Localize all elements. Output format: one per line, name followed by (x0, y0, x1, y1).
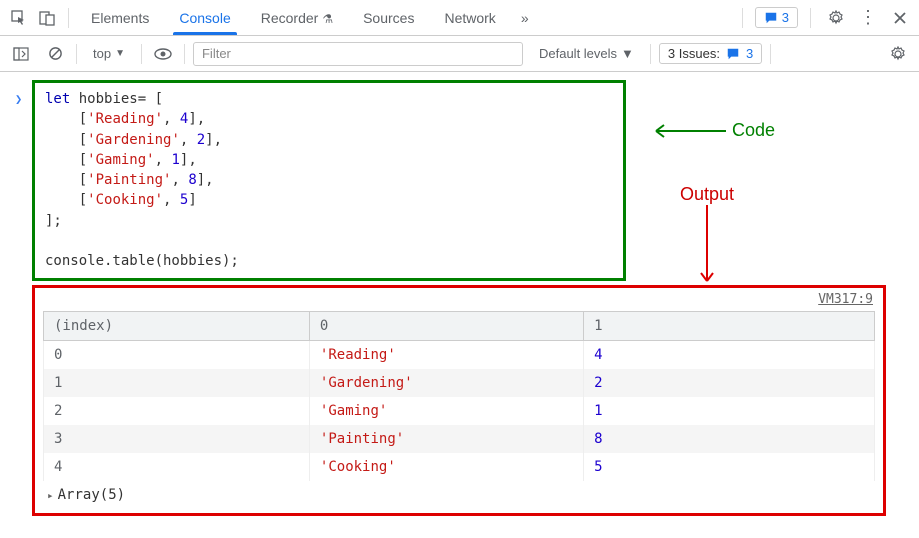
table-header[interactable]: 1 (584, 311, 875, 340)
close-icon[interactable] (887, 5, 913, 31)
divider (184, 44, 185, 64)
cell-index: 1 (44, 369, 310, 397)
messages-count: 3 (782, 10, 789, 25)
divider (141, 44, 142, 64)
table-row: 4'Cooking'5 (44, 453, 875, 481)
table-row: 3'Painting'8 (44, 425, 875, 453)
table-header[interactable]: 0 (309, 311, 583, 340)
annotation-code: Code (648, 120, 775, 141)
tab-recorder[interactable]: Recorder⚗ (247, 2, 347, 34)
cell-value: 'Painting' (309, 425, 583, 453)
cell-value: 'Reading' (309, 340, 583, 369)
cell-index: 2 (44, 397, 310, 425)
chevron-down-icon: ▼ (621, 46, 634, 61)
context-label: top (93, 46, 111, 61)
cell-value: 4 (584, 340, 875, 369)
cell-value: 5 (584, 453, 875, 481)
messages-button[interactable]: 3 (755, 7, 798, 28)
table-row: 2'Gaming'1 (44, 397, 875, 425)
vm-reference-link[interactable]: VM317:9 (35, 290, 883, 311)
device-toggle-icon[interactable] (34, 5, 60, 31)
table-header[interactable]: (index) (44, 311, 310, 340)
cell-value: 'Cooking' (309, 453, 583, 481)
console-area: ❯ let hobbies= [ ['Reading', 4], ['Garde… (0, 72, 919, 538)
array-summary-toggle[interactable]: Array(5) (35, 481, 883, 509)
console-table: (index)01 0'Reading'41'Gardening'22'Gami… (43, 311, 875, 481)
console-sidebar-toggle-icon[interactable] (8, 41, 34, 67)
chat-icon (726, 47, 740, 61)
chat-icon (764, 11, 778, 25)
levels-label: Default levels (539, 46, 617, 61)
divider (76, 44, 77, 64)
table-row: 0'Reading'4 (44, 340, 875, 369)
annotation-output: Output (680, 184, 734, 289)
issues-count: 3 (746, 46, 753, 61)
divider (770, 44, 771, 64)
arrow-down-icon (698, 205, 716, 289)
settings-icon[interactable] (823, 5, 849, 31)
divider (742, 8, 743, 28)
cell-index: 0 (44, 340, 310, 369)
divider (650, 44, 651, 64)
clear-console-icon[interactable] (42, 41, 68, 67)
issues-label: 3 Issues: (668, 46, 720, 61)
tab-console[interactable]: Console (165, 2, 244, 34)
table-row: 1'Gardening'2 (44, 369, 875, 397)
annotation-code-label: Code (732, 120, 775, 141)
divider (810, 8, 811, 28)
kebab-menu-icon[interactable]: ⋮ (855, 5, 881, 31)
annotation-output-label: Output (680, 184, 734, 205)
divider (68, 8, 69, 28)
issues-button[interactable]: 3 Issues: 3 (659, 43, 762, 64)
prompt-icon: ❯ (15, 91, 22, 108)
cell-value: 'Gaming' (309, 397, 583, 425)
inspect-icon[interactable] (6, 5, 32, 31)
more-tabs-icon[interactable]: » (512, 5, 538, 31)
tab-sources[interactable]: Sources (349, 2, 428, 34)
flask-icon: ⚗ (322, 12, 333, 26)
console-filter-bar: top ▼ Default levels ▼ 3 Issues: 3 (0, 36, 919, 72)
context-selector[interactable]: top ▼ (85, 43, 133, 64)
code-input-block[interactable]: ❯ let hobbies= [ ['Reading', 4], ['Garde… (32, 80, 626, 281)
cell-value: 'Gardening' (309, 369, 583, 397)
live-expression-icon[interactable] (150, 41, 176, 67)
log-levels-selector[interactable]: Default levels ▼ (531, 43, 642, 64)
arrow-left-icon (648, 122, 726, 140)
cell-value: 2 (584, 369, 875, 397)
tab-recorder-label: Recorder (261, 10, 319, 26)
chevron-down-icon: ▼ (115, 48, 125, 59)
cell-index: 4 (44, 453, 310, 481)
tab-elements[interactable]: Elements (77, 2, 163, 34)
devtools-tab-bar: Elements Console Recorder⚗ Sources Netwo… (0, 0, 919, 36)
console-settings-icon[interactable] (885, 41, 911, 67)
cell-value: 1 (584, 397, 875, 425)
filter-input[interactable] (193, 42, 523, 66)
console-output-block: VM317:9 (index)01 0'Reading'41'Gardening… (32, 285, 886, 516)
cell-index: 3 (44, 425, 310, 453)
tab-network[interactable]: Network (430, 2, 509, 34)
cell-value: 8 (584, 425, 875, 453)
